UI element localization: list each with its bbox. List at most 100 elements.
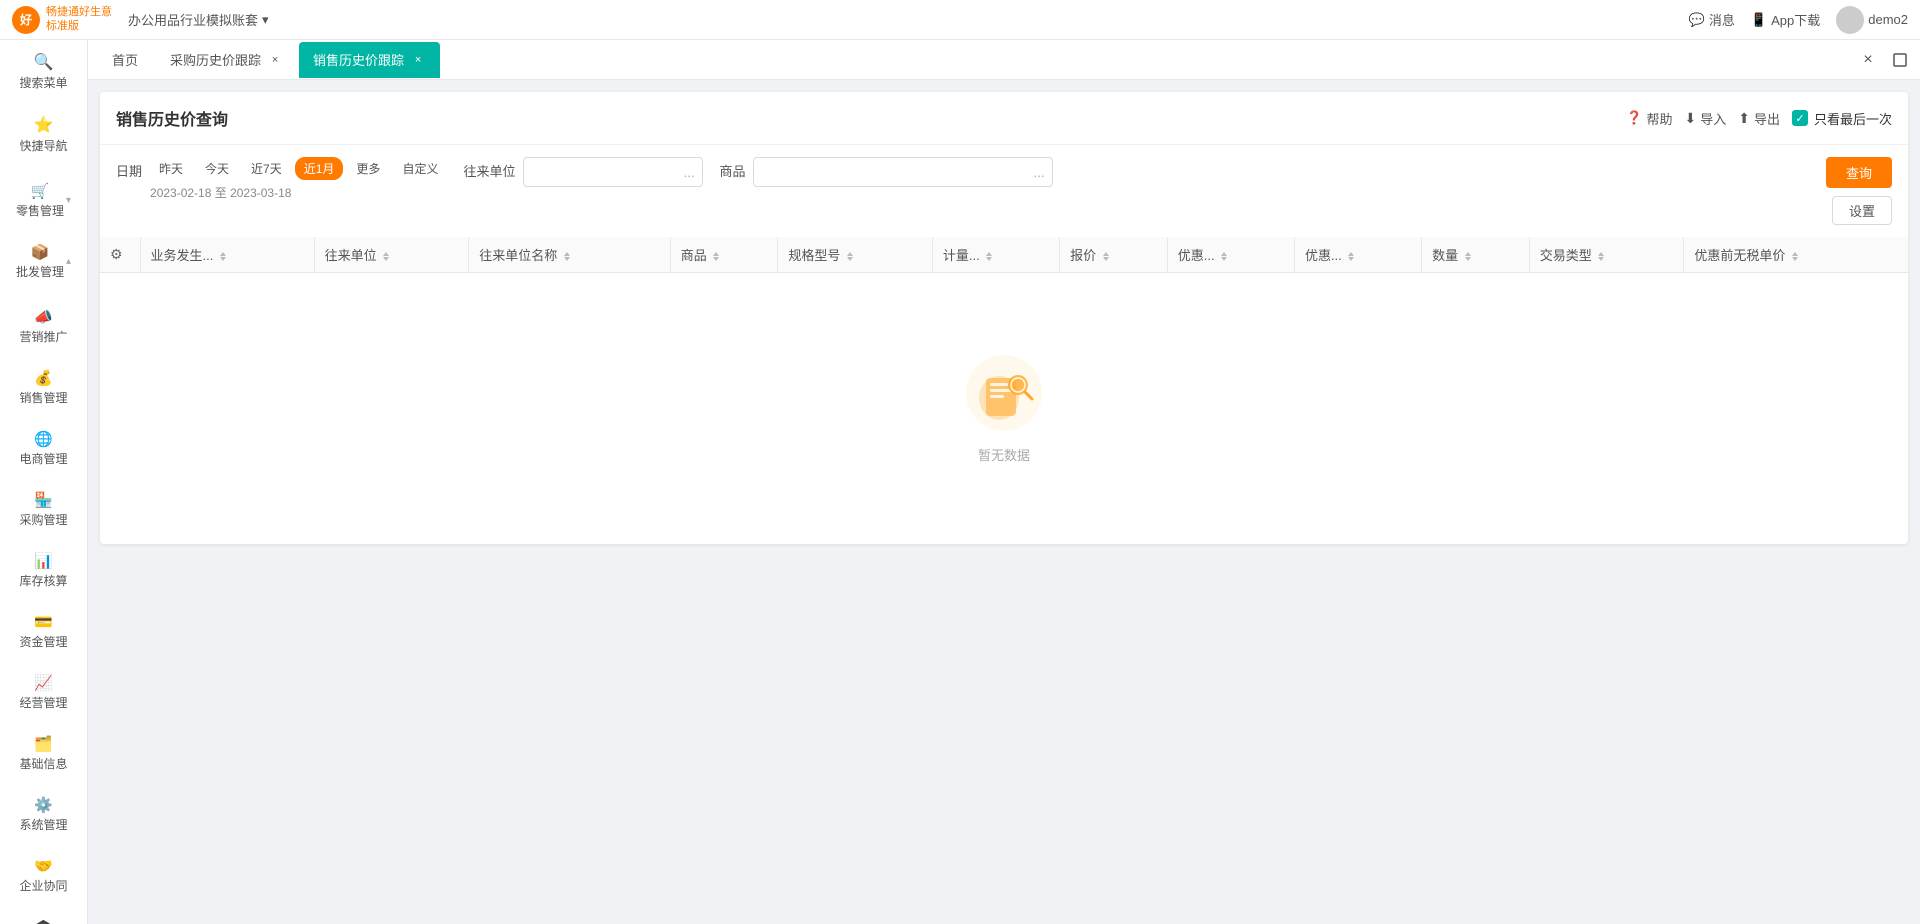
th-spec[interactable]: 规格型号	[778, 237, 933, 273]
page-content: 销售历史价查询 ❓ 帮助 ⬇ 导入 ⬆ 导出	[88, 80, 1920, 924]
app-selector[interactable]: 办公用品行业模拟账套 ▾	[120, 6, 277, 33]
th-settings: ⚙	[100, 237, 140, 273]
empty-text: 暂无数据	[978, 445, 1030, 464]
user-profile[interactable]: demo2	[1836, 6, 1908, 34]
table-area: ⚙ 业务发生... 往来单位	[100, 237, 1908, 544]
only-last-checkbox[interactable]: 只看最后一次	[1792, 109, 1892, 128]
tab-close-purchase[interactable]: ×	[267, 52, 283, 68]
page-header: 销售历史价查询 ❓ 帮助 ⬇ 导入 ⬆ 导出	[100, 92, 1908, 145]
date-filter-group: 日期 昨天 今天 近7天 近1月 更多 自定义 2023-02-18 至 202…	[116, 157, 447, 201]
th-quote[interactable]: 报价	[1060, 237, 1168, 273]
sort-icons-12	[1792, 252, 1798, 261]
sidebar: 🔍 搜索菜单 ⭐ 快捷导航 🛒 零售管理 ▾ 📦 批发管理 ▴ 📣 营销推广	[0, 40, 88, 924]
avatar	[1836, 6, 1864, 34]
help-button[interactable]: ❓ 帮助	[1626, 109, 1672, 128]
goods-input[interactable]: ...	[753, 157, 1053, 187]
sort-icons-4	[713, 252, 719, 261]
tab-purchase-history[interactable]: 采购历史价跟踪 ×	[156, 42, 297, 78]
th-discount1[interactable]: 优惠...	[1167, 237, 1294, 273]
table-header-row: ⚙ 业务发生... 往来单位	[100, 237, 1908, 273]
checkbox-icon	[1792, 110, 1808, 126]
main-layout: 🔍 搜索菜单 ⭐ 快捷导航 🛒 零售管理 ▾ 📦 批发管理 ▴ 📣 营销推广	[0, 40, 1920, 924]
th-discount2[interactable]: 优惠...	[1294, 237, 1421, 273]
sidebar-item-system[interactable]: ⚙️ 系统管理	[0, 784, 87, 845]
query-button[interactable]: 查询	[1826, 157, 1892, 188]
sidebar-item-wholesale[interactable]: 📦 批发管理 ▴	[0, 231, 87, 292]
date-btn-today[interactable]: 今天	[196, 157, 238, 180]
date-filter: 昨天 今天 近7天 近1月 更多 自定义 2023-02-18 至 2023-0…	[150, 157, 447, 201]
export-button[interactable]: ⬆ 导出	[1738, 109, 1780, 128]
chevron-up-icon: ▴	[66, 256, 71, 267]
date-btn-yesterday[interactable]: 昨天	[150, 157, 192, 180]
logo-text: 畅捷通好生意 标准版	[46, 6, 112, 32]
export-icon: ⬆	[1738, 110, 1750, 127]
date-btn-more[interactable]: 更多	[347, 157, 389, 180]
sidebar-item-retail[interactable]: 🛒 零售管理 ▾	[0, 170, 87, 231]
sort-icons-3	[564, 252, 570, 261]
th-pre-tax-price[interactable]: 优惠前无税单价	[1684, 237, 1908, 273]
sidebar-item-purchase[interactable]: 🏪 采购管理	[0, 479, 87, 540]
tab-actions: ×	[1856, 48, 1912, 72]
sidebar-item-base[interactable]: 🗂️ 基础信息	[0, 723, 87, 784]
sidebar-item-ecom[interactable]: 🌐 电商管理	[0, 418, 87, 479]
close-window-button[interactable]: ×	[1856, 48, 1880, 72]
message-button[interactable]: 💬 消息	[1689, 10, 1735, 29]
sidebar-item-sales[interactable]: 💰 销售管理	[0, 357, 87, 418]
sort-icons	[220, 252, 226, 261]
maximize-window-button[interactable]	[1888, 48, 1912, 72]
page-title: 销售历史价查询	[116, 106, 228, 130]
partner-filter-group: 往来单位 ...	[463, 157, 703, 187]
sidebar-item-guide[interactable]: 🎓 新手引导	[0, 906, 87, 924]
empty-icon	[964, 353, 1044, 433]
page-header-actions: ❓ 帮助 ⬇ 导入 ⬆ 导出 只看最后一次	[1626, 109, 1892, 128]
partner-input[interactable]: ...	[523, 157, 703, 187]
help-icon: ❓	[1626, 110, 1642, 126]
date-btn-1month[interactable]: 近1月	[295, 157, 344, 180]
sidebar-item-enterprise[interactable]: 🤝 企业协同	[0, 845, 87, 906]
sidebar-item-search[interactable]: 🔍 搜索菜单	[0, 40, 87, 103]
tab-sales-history[interactable]: 销售历史价跟踪 ×	[299, 42, 440, 78]
sort-icons-7	[1103, 252, 1109, 261]
goods-label: 商品	[719, 157, 745, 180]
chevron-down-icon: ▾	[66, 195, 71, 206]
sort-icons-6	[986, 252, 992, 261]
th-trade-type[interactable]: 交易类型	[1529, 237, 1684, 273]
th-business-date[interactable]: 业务发生...	[140, 237, 314, 273]
logo-area: 好 畅捷通好生意 标准版	[12, 6, 112, 34]
sidebar-item-finance[interactable]: 💳 资金管理	[0, 601, 87, 662]
sidebar-item-shortcut[interactable]: ⭐ 快捷导航	[0, 103, 87, 166]
goods-dots: ...	[1034, 165, 1045, 180]
th-partner-name[interactable]: 往来单位名称	[469, 237, 671, 273]
logo-icon: 好	[12, 6, 40, 34]
th-partner-code[interactable]: 往来单位	[314, 237, 469, 273]
settings-button[interactable]: 设置	[1832, 196, 1892, 225]
tab-home[interactable]: 首页	[96, 42, 154, 78]
gear-icon[interactable]: ⚙	[110, 246, 123, 262]
partner-label: 往来单位	[463, 157, 515, 180]
top-bar-right: 💬 消息 📱 App下载 demo2	[1689, 6, 1908, 34]
date-btn-custom[interactable]: 自定义	[393, 157, 447, 180]
tab-close-sales[interactable]: ×	[410, 52, 426, 68]
table-header: ⚙ 业务发生... 往来单位	[100, 237, 1908, 273]
sort-icons-11	[1598, 252, 1604, 261]
import-button[interactable]: ⬇ 导入	[1684, 109, 1726, 128]
data-table: ⚙ 业务发生... 往来单位	[100, 237, 1908, 273]
top-bar-left: 好 畅捷通好生意 标准版 办公用品行业模拟账套 ▾	[12, 6, 277, 34]
sort-icons-9	[1348, 252, 1354, 261]
sort-icons-8	[1221, 252, 1227, 261]
th-unit[interactable]: 计量...	[932, 237, 1059, 273]
content-area: 首页 采购历史价跟踪 × 销售历史价跟踪 × × 销售历史价	[88, 40, 1920, 924]
date-btn-7days[interactable]: 近7天	[242, 157, 291, 180]
sort-icons-10	[1465, 252, 1471, 261]
page-card: 销售历史价查询 ❓ 帮助 ⬇ 导入 ⬆ 导出	[100, 92, 1908, 544]
th-quantity[interactable]: 数量	[1422, 237, 1530, 273]
date-buttons: 昨天 今天 近7天 近1月 更多 自定义	[150, 157, 447, 180]
app-download-button[interactable]: 📱 App下载	[1751, 10, 1820, 29]
sidebar-item-marketing[interactable]: 📣 营销推广	[0, 296, 87, 357]
phone-icon: 📱	[1751, 12, 1767, 28]
sidebar-item-ops[interactable]: 📈 经营管理	[0, 662, 87, 723]
date-range: 2023-02-18 至 2023-03-18	[150, 184, 447, 201]
sidebar-item-inventory[interactable]: 📊 库存核算	[0, 540, 87, 601]
message-icon: 💬	[1689, 12, 1705, 28]
th-goods[interactable]: 商品	[670, 237, 778, 273]
